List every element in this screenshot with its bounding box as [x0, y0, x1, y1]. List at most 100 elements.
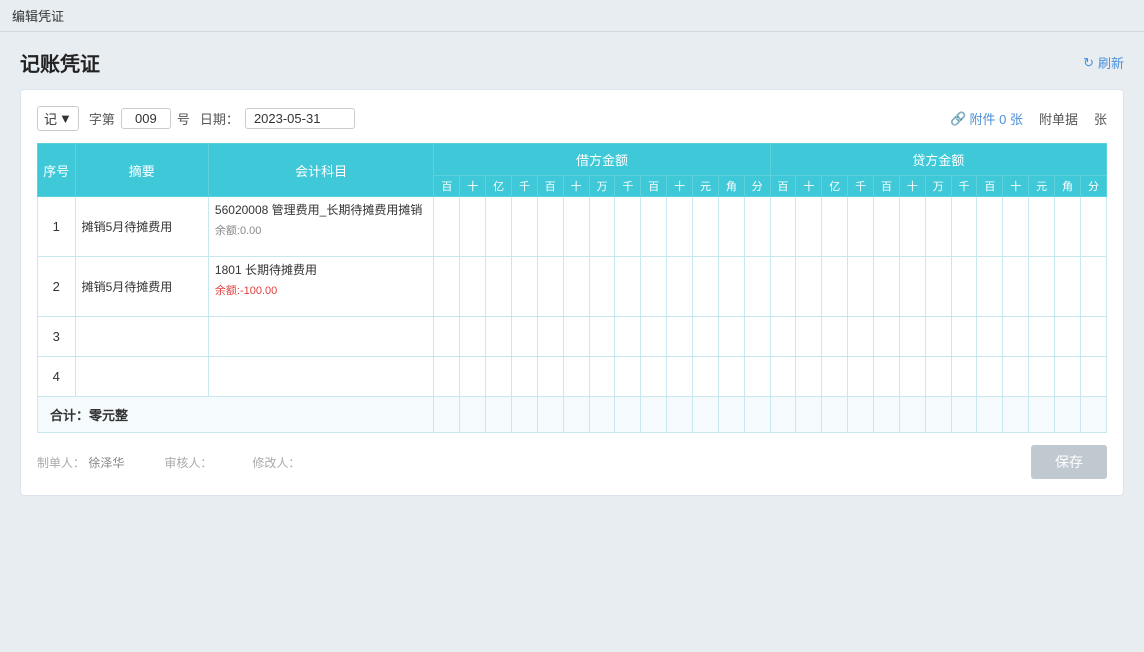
attachment-link[interactable]: 🔗 附件 0 张 [950, 109, 1023, 128]
row-0-credit-3[interactable] [848, 197, 874, 257]
row-3-credit-7[interactable] [951, 357, 977, 397]
row-1-debit-0[interactable] [434, 257, 460, 317]
row-1-debit-5[interactable] [563, 257, 589, 317]
refresh-button[interactable]: ↻ 刷新 [1083, 53, 1124, 72]
row-3-debit-4[interactable] [537, 357, 563, 397]
row-2-summary[interactable] [75, 317, 208, 357]
row-3-debit-7[interactable] [615, 357, 641, 397]
row-3-debit-5[interactable] [563, 357, 589, 397]
row-2-credit-1[interactable] [796, 317, 822, 357]
row-2-subject[interactable] [208, 317, 434, 357]
row-1-credit-4[interactable] [874, 257, 900, 317]
row-0-debit-2[interactable] [486, 197, 512, 257]
row-2-debit-7[interactable] [615, 317, 641, 357]
row-3-credit-8[interactable] [977, 357, 1003, 397]
row-0-credit-0[interactable] [770, 197, 796, 257]
row-1-credit-1[interactable] [796, 257, 822, 317]
row-1-debit-8[interactable] [641, 257, 667, 317]
row-3-credit-12[interactable] [1080, 357, 1106, 397]
row-0-debit-4[interactable] [537, 197, 563, 257]
row-2-debit-4[interactable] [537, 317, 563, 357]
row-3-debit-0[interactable] [434, 357, 460, 397]
row-3-credit-9[interactable] [1003, 357, 1029, 397]
row-2-debit-9[interactable] [667, 317, 693, 357]
row-0-debit-1[interactable] [460, 197, 486, 257]
row-0-credit-12[interactable] [1080, 197, 1106, 257]
row-1-debit-9[interactable] [667, 257, 693, 317]
row-1-credit-10[interactable] [1029, 257, 1055, 317]
row-0-credit-7[interactable] [951, 197, 977, 257]
row-2-debit-1[interactable] [460, 317, 486, 357]
row-2-credit-11[interactable] [1055, 317, 1081, 357]
row-3-debit-8[interactable] [641, 357, 667, 397]
row-2-debit-0[interactable] [434, 317, 460, 357]
row-3-debit-1[interactable] [460, 357, 486, 397]
row-3-debit-2[interactable] [486, 357, 512, 397]
row-1-credit-5[interactable] [899, 257, 925, 317]
row-3-credit-10[interactable] [1029, 357, 1055, 397]
row-2-debit-3[interactable] [512, 317, 538, 357]
row-3-debit-12[interactable] [744, 357, 770, 397]
row-0-credit-5[interactable] [899, 197, 925, 257]
row-3-credit-5[interactable] [899, 357, 925, 397]
row-2-credit-2[interactable] [822, 317, 848, 357]
row-2-debit-10[interactable] [693, 317, 719, 357]
row-2-debit-12[interactable] [744, 317, 770, 357]
row-3-credit-3[interactable] [848, 357, 874, 397]
row-2-credit-5[interactable] [899, 317, 925, 357]
row-0-debit-5[interactable] [563, 197, 589, 257]
row-2-debit-2[interactable] [486, 317, 512, 357]
row-3-summary[interactable] [75, 357, 208, 397]
row-1-debit-12[interactable] [744, 257, 770, 317]
row-0-credit-6[interactable] [925, 197, 951, 257]
row-0-debit-7[interactable] [615, 197, 641, 257]
row-2-credit-9[interactable] [1003, 317, 1029, 357]
row-2-credit-3[interactable] [848, 317, 874, 357]
row-2-credit-8[interactable] [977, 317, 1003, 357]
row-0-debit-6[interactable] [589, 197, 615, 257]
row-2-debit-6[interactable] [589, 317, 615, 357]
row-3-credit-4[interactable] [874, 357, 900, 397]
row-0-credit-11[interactable] [1055, 197, 1081, 257]
row-2-credit-0[interactable] [770, 317, 796, 357]
row-2-debit-11[interactable] [718, 317, 744, 357]
row-3-credit-1[interactable] [796, 357, 822, 397]
row-1-credit-7[interactable] [951, 257, 977, 317]
row-0-credit-8[interactable] [977, 197, 1003, 257]
row-3-debit-11[interactable] [718, 357, 744, 397]
row-1-credit-2[interactable] [822, 257, 848, 317]
row-1-credit-3[interactable] [848, 257, 874, 317]
row-3-credit-2[interactable] [822, 357, 848, 397]
row-2-debit-5[interactable] [563, 317, 589, 357]
row-3-debit-3[interactable] [512, 357, 538, 397]
row-2-credit-10[interactable] [1029, 317, 1055, 357]
row-1-credit-8[interactable] [977, 257, 1003, 317]
row-3-debit-6[interactable] [589, 357, 615, 397]
row-1-subject[interactable]: 1801 长期待摊费用余额:-100.00 [208, 257, 434, 317]
row-1-debit-11[interactable] [718, 257, 744, 317]
row-2-credit-12[interactable] [1080, 317, 1106, 357]
save-button[interactable]: 保存 [1031, 445, 1107, 479]
row-0-credit-4[interactable] [874, 197, 900, 257]
row-3-debit-10[interactable] [693, 357, 719, 397]
ji-dropdown[interactable]: 记 ▼ [37, 106, 79, 131]
row-0-debit-11[interactable] [718, 197, 744, 257]
row-1-credit-0[interactable] [770, 257, 796, 317]
row-0-credit-2[interactable] [822, 197, 848, 257]
row-0-credit-1[interactable] [796, 197, 822, 257]
date-input[interactable] [245, 108, 355, 129]
row-1-credit-6[interactable] [925, 257, 951, 317]
row-1-debit-7[interactable] [615, 257, 641, 317]
row-3-credit-11[interactable] [1055, 357, 1081, 397]
row-3-credit-0[interactable] [770, 357, 796, 397]
row-0-credit-9[interactable] [1003, 197, 1029, 257]
row-0-debit-0[interactable] [434, 197, 460, 257]
row-1-debit-6[interactable] [589, 257, 615, 317]
row-0-credit-10[interactable] [1029, 197, 1055, 257]
row-1-credit-12[interactable] [1080, 257, 1106, 317]
row-0-debit-9[interactable] [667, 197, 693, 257]
row-2-credit-7[interactable] [951, 317, 977, 357]
voucher-number-input[interactable] [121, 108, 171, 129]
row-3-debit-9[interactable] [667, 357, 693, 397]
row-1-debit-2[interactable] [486, 257, 512, 317]
